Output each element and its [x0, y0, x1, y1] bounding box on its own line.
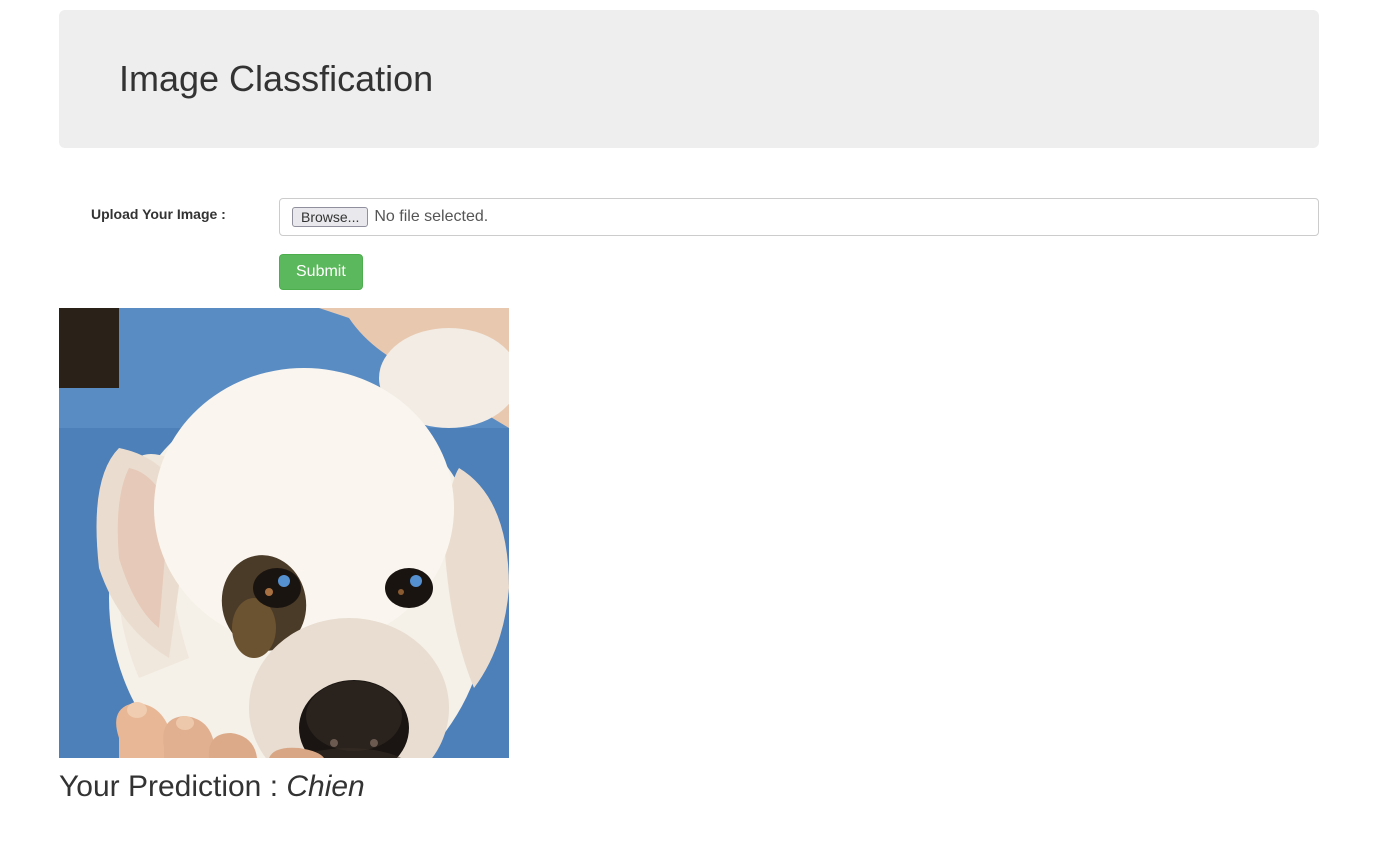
uploaded-image-preview	[59, 308, 509, 758]
prediction-result: Your Prediction : Chien	[59, 770, 1319, 804]
submit-button[interactable]: Submit	[279, 254, 363, 290]
file-input-container[interactable]: Browse... No file selected.	[279, 198, 1319, 236]
file-status-text: No file selected.	[374, 208, 488, 226]
prediction-label: Your Prediction :	[59, 770, 286, 803]
prediction-value: Chien	[286, 770, 364, 803]
upload-form-row: Upload Your Image : Browse... No file se…	[59, 198, 1319, 236]
page-title: Image Classfication	[119, 58, 1259, 100]
header-jumbotron: Image Classfication	[59, 10, 1319, 148]
upload-label: Upload Your Image :	[59, 198, 279, 222]
browse-button[interactable]: Browse...	[292, 207, 368, 227]
